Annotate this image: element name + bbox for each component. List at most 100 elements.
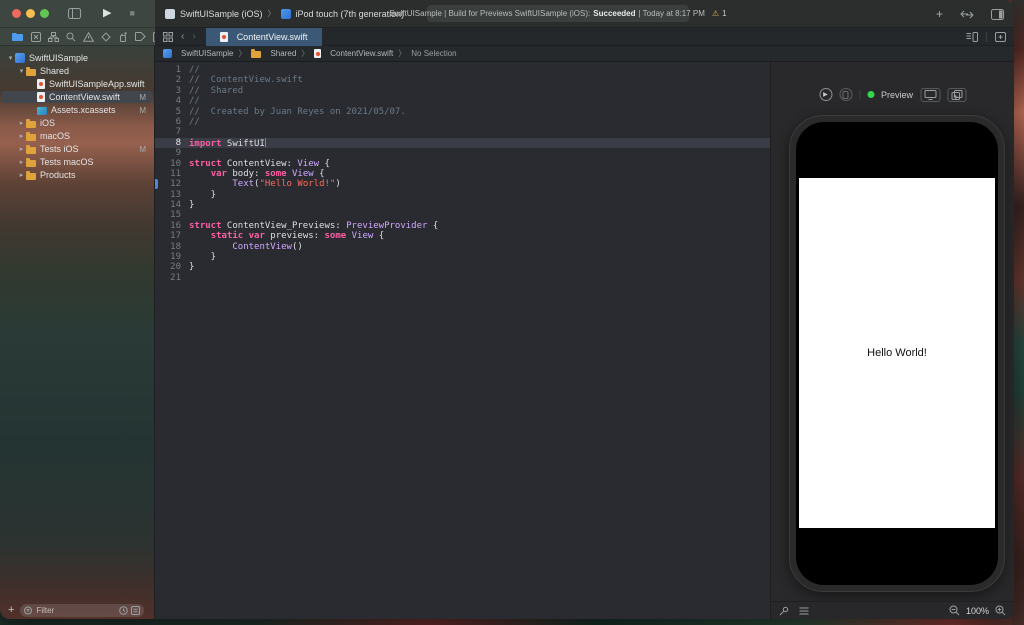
debug-navigator-icon[interactable] [118,31,128,42]
destination-name[interactable]: iPod touch (7th generation) [296,9,405,19]
code-line-18[interactable]: 18 ContentView() [155,242,770,252]
code-line-3[interactable]: 3 // Shared [155,86,770,96]
activity-status[interactable]: SwiftUISample | Build for Previews Swift… [389,5,727,22]
code-line-9[interactable]: 9 [155,148,770,158]
go-forward-icon[interactable]: › [192,31,195,42]
line-number[interactable]: 17 [155,231,181,241]
stop-button[interactable]: ■ [129,9,134,18]
line-number[interactable]: 15 [155,210,181,220]
tree-item-swiftuisampleapp-swift[interactable]: SwiftUISampleApp.swift [2,78,152,90]
code-line-17[interactable]: 17 static var previews: some View { [155,231,770,241]
live-preview-icon[interactable]: ▶ [818,88,832,101]
app-preview-content[interactable]: Hello World! [799,178,995,528]
source-editor[interactable]: 1 // 2 // ContentView.swift 3 // Shared 4 // 5 //… [155,62,770,619]
line-number[interactable]: 4 [155,96,181,106]
breadcrumb-selection[interactable]: No Selection [411,49,456,58]
line-number[interactable]: 13 [155,190,181,200]
project-navigator-icon[interactable] [12,32,24,42]
disclosure-chevron-icon[interactable]: ▸ [17,145,26,153]
tree-item-tests-macos[interactable]: ▸ Tests macOS [2,156,152,168]
tree-item-products[interactable]: ▸ Products [2,169,152,181]
related-items-icon[interactable] [163,31,173,42]
code-line-2[interactable]: 2 // ContentView.swift [155,75,770,85]
minimize-window-button[interactable] [26,9,35,18]
source-control-filter-icon[interactable] [131,605,141,615]
scheme-selector[interactable]: SwiftUISample (iOS) 〉 iPod touch (7th ge… [165,8,404,19]
line-number[interactable]: 14 [155,200,181,210]
tree-item-swiftuisample[interactable]: ▾ SwiftUISample [2,52,152,64]
toggle-navigator-icon[interactable] [68,8,81,19]
code-line-19[interactable]: 19 } [155,252,770,262]
filter-field[interactable]: Filter [20,603,145,617]
warning-icon[interactable]: ⚠ [712,9,719,18]
source-control-navigator-icon[interactable] [31,31,41,42]
tree-item-contentview-swift[interactable]: ContentView.swift M [2,91,152,103]
close-window-button[interactable] [12,9,21,18]
code-line-15[interactable]: 15 [155,210,770,220]
line-number[interactable]: 3 [155,86,181,96]
test-navigator-icon[interactable] [101,31,111,42]
line-number[interactable]: 5 [155,107,181,117]
library-add-icon[interactable]: + [936,8,943,20]
tree-item-tests-ios[interactable]: ▸ Tests iOS M [2,143,152,155]
line-number[interactable]: 21 [155,273,181,283]
tree-item-assets-xcassets[interactable]: Assets.xcassets M [2,104,152,116]
code-line-5[interactable]: 5 // Created by Juan Reyes on 2021/05/07. [155,107,770,117]
code-line-6[interactable]: 6 // [155,117,770,127]
scheme-name[interactable]: SwiftUISample (iOS) [180,9,263,19]
code-line-13[interactable]: 13 } [155,190,770,200]
line-number[interactable]: 20 [155,262,181,272]
symbol-navigator-icon[interactable] [48,31,59,42]
preview-on-device-icon[interactable] [838,88,852,101]
disclosure-chevron-icon[interactable]: ▾ [17,67,26,75]
toggle-inspector-icon[interactable] [991,8,1004,20]
breadcrumb-project[interactable]: SwiftUISample [181,49,233,58]
code-line-8[interactable]: 8 import SwiftUI [155,137,770,149]
tab-contentview[interactable]: ContentView.swift [205,27,322,46]
line-number[interactable]: 18 [155,242,181,252]
code-review-icon[interactable] [960,10,974,19]
preview-display-icon[interactable] [920,87,941,102]
add-editor-icon[interactable] [995,31,1006,42]
code-line-7[interactable]: 7 [155,127,770,137]
editor-options-icon[interactable] [966,31,978,42]
code-line-20[interactable]: 20} [155,262,770,272]
code-line-10[interactable]: 10 struct ContentView: View { [155,159,770,169]
line-number[interactable]: 12 [155,179,181,189]
code-line-14[interactable]: 14} [155,200,770,210]
line-number[interactable]: 11 [155,169,181,179]
run-button[interactable]: ▶ [103,8,111,19]
breakpoint-navigator-icon[interactable] [135,32,146,41]
find-navigator-icon[interactable] [66,32,76,42]
issue-navigator-icon[interactable] [83,31,94,42]
tree-item-shared[interactable]: ▾ Shared [2,65,152,77]
code-line-16[interactable]: 16 struct ContentView_Previews: PreviewPr… [155,221,770,231]
tree-item-macos[interactable]: ▸ macOS [2,130,152,142]
line-number[interactable]: 1 [155,65,181,75]
code-line-11[interactable]: 11 var body: some View { [155,169,770,179]
line-number[interactable]: 7 [155,127,181,137]
line-number[interactable]: 8 [155,138,181,148]
code-line-21[interactable]: 21 [155,273,770,283]
line-number[interactable]: 19 [155,252,181,262]
breadcrumb-group[interactable]: Shared [270,49,296,58]
zoom-in-icon[interactable] [995,605,1006,616]
disclosure-chevron-icon[interactable]: ▸ [17,158,26,166]
line-number[interactable]: 2 [155,75,181,85]
preview-list-icon[interactable] [799,607,809,615]
zoom-out-icon[interactable] [949,605,960,616]
tree-item-ios[interactable]: ▸ iOS [2,117,152,129]
go-back-icon[interactable]: ‹ [181,31,184,42]
breadcrumb-file[interactable]: ContentView.swift [330,49,393,58]
disclosure-chevron-icon[interactable]: ▸ [17,171,26,179]
zoom-level[interactable]: 100% [966,606,989,616]
line-number[interactable]: 16 [155,221,181,231]
duplicate-preview-icon[interactable] [947,87,967,102]
pin-preview-icon[interactable] [779,606,789,616]
line-number[interactable]: 10 [155,159,181,169]
disclosure-chevron-icon[interactable]: ▸ [17,119,26,127]
disclosure-chevron-icon[interactable]: ▸ [17,132,26,140]
add-file-button[interactable]: + [8,604,14,616]
disclosure-chevron-icon[interactable]: ▾ [6,54,15,62]
code-line-12[interactable]: 12 Text("Hello World!") [155,179,770,190]
